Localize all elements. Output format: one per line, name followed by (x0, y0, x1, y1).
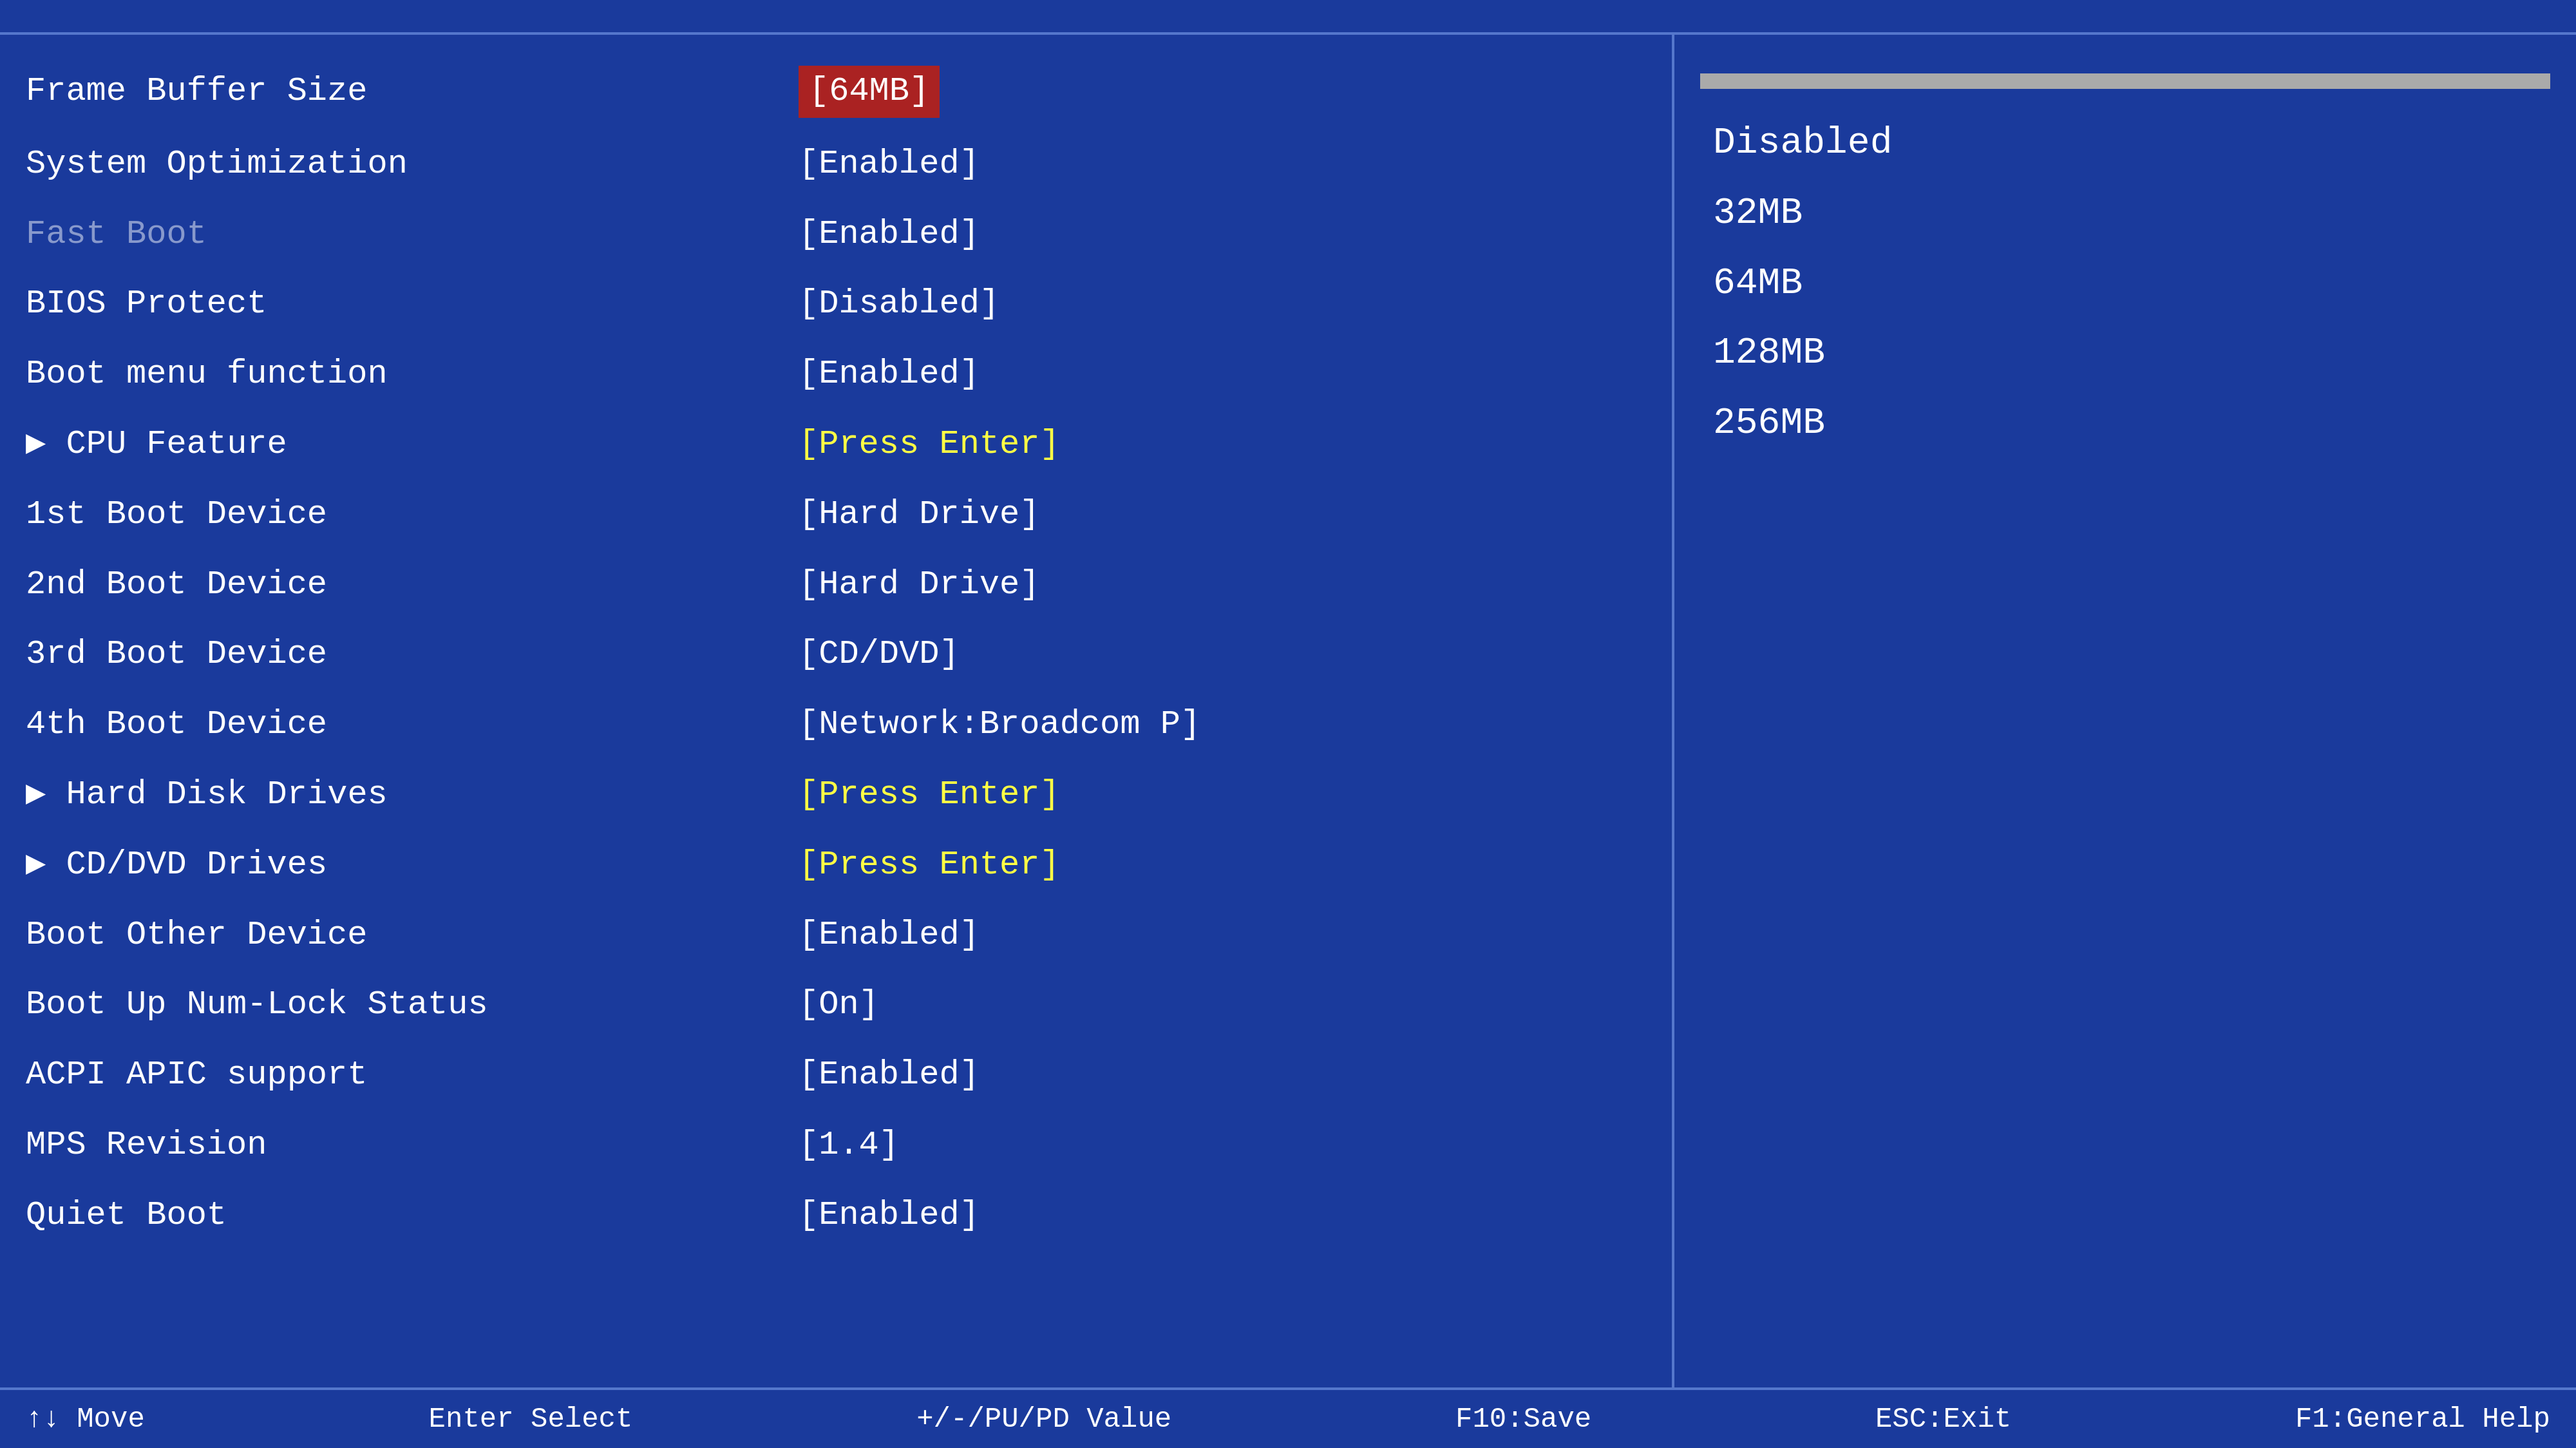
menu-value: [Press Enter] (799, 421, 1060, 468)
option-item: Disabled (1713, 108, 2550, 178)
menu-row[interactable]: 1st Boot Device[Hard Drive] (26, 480, 1646, 550)
menu-label: System Optimization (26, 141, 799, 188)
menu-row[interactable]: Boot Up Num-Lock Status[On] (26, 970, 1646, 1040)
menu-value: [Press Enter] (799, 772, 1060, 819)
menu-value: [64MB] (799, 66, 940, 118)
bottom-bar: ↑↓ Move Enter Select +/-/PU/PD Value F10:Sa… (0, 1387, 2576, 1448)
menu-value: [Disabled] (799, 281, 999, 328)
menu-value: [Enabled] (799, 1192, 980, 1239)
bottom-bar-item: +/-/PU/PD Value (916, 1403, 1171, 1435)
option-item: 256MB (1713, 388, 2550, 459)
menu-value: [Hard Drive] (799, 562, 1039, 609)
bios-screen: Frame Buffer Size[64MB]System Optimizati… (0, 0, 2576, 1448)
bottom-bar-item: ↑↓ Move (26, 1403, 145, 1435)
menu-row[interactable]: Frame Buffer Size[64MB] (26, 54, 1646, 129)
menu-value: [On] (799, 982, 879, 1029)
option-item: 64MB (1713, 249, 2550, 319)
bottom-bar-keys: F10:Save (1455, 1403, 1591, 1435)
menu-value: [1.4] (799, 1122, 899, 1169)
menu-value: [Enabled] (799, 211, 980, 258)
menu-row[interactable]: System Optimization[Enabled] (26, 129, 1646, 200)
menu-value: [Network:Broadcom P] (799, 701, 1200, 748)
menu-value: [Enabled] (799, 1052, 980, 1099)
page-title (0, 0, 2576, 35)
menu-row[interactable]: Quiet Boot[Enabled] (26, 1181, 1646, 1251)
menu-row[interactable]: ▶ CPU Feature[Press Enter] (26, 410, 1646, 480)
menu-label: ▶ CPU Feature (26, 421, 799, 468)
menu-label: Boot Other Device (26, 912, 799, 959)
options-list: Disabled32MB64MB128MB256MB (1700, 108, 2550, 459)
menu-value: [CD/DVD] (799, 631, 960, 678)
menu-value: [Enabled] (799, 912, 980, 959)
left-panel: Frame Buffer Size[64MB]System Optimizati… (0, 35, 1674, 1387)
bottom-bar-keys: ESC:Exit (1875, 1403, 2011, 1435)
bottom-bar-item: F1:General Help (2295, 1403, 2550, 1435)
option-item: 128MB (1713, 318, 2550, 388)
bottom-bar-keys: F1:General Help (2295, 1403, 2550, 1435)
bottom-bar-item: ESC:Exit (1875, 1403, 2011, 1435)
bottom-bar-keys: ↑↓ Move (26, 1403, 145, 1435)
menu-value: [Press Enter] (799, 842, 1060, 889)
menu-row[interactable]: BIOS Protect[Disabled] (26, 269, 1646, 339)
menu-label: Boot menu function (26, 351, 799, 398)
menu-row[interactable]: 2nd Boot Device[Hard Drive] (26, 550, 1646, 620)
bottom-bar-keys: +/-/PU/PD Value (916, 1403, 1171, 1435)
menu-row[interactable]: Boot menu function[Enabled] (26, 339, 1646, 410)
menu-label: Fast Boot (26, 211, 799, 258)
option-item: 32MB (1713, 178, 2550, 249)
menu-label: ▶ Hard Disk Drives (26, 772, 799, 819)
bottom-bar-keys: Enter Select (429, 1403, 633, 1435)
menu-label: 1st Boot Device (26, 491, 799, 538)
menu-row[interactable]: 3rd Boot Device[CD/DVD] (26, 620, 1646, 690)
bottom-bar-item: Enter Select (429, 1403, 633, 1435)
menu-row[interactable]: Fast Boot[Enabled] (26, 200, 1646, 270)
bottom-bar-item: F10:Save (1455, 1403, 1591, 1435)
menu-row[interactable]: ACPI APIC support[Enabled] (26, 1040, 1646, 1110)
menu-label: 4th Boot Device (26, 701, 799, 748)
menu-label: Quiet Boot (26, 1192, 799, 1239)
menu-row[interactable]: MPS Revision[1.4] (26, 1110, 1646, 1181)
right-panel: Disabled32MB64MB128MB256MB (1674, 35, 2576, 1387)
menu-label: BIOS Protect (26, 281, 799, 328)
menu-value: [Enabled] (799, 351, 980, 398)
menu-row[interactable]: Boot Other Device[Enabled] (26, 900, 1646, 971)
menu-label: MPS Revision (26, 1122, 799, 1169)
menu-label: 3rd Boot Device (26, 631, 799, 678)
menu-row[interactable]: ▶ CD/DVD Drives[Press Enter] (26, 830, 1646, 900)
menu-value: [Enabled] (799, 141, 980, 188)
main-content: Frame Buffer Size[64MB]System Optimizati… (0, 35, 2576, 1387)
menu-value: [Hard Drive] (799, 491, 1039, 538)
menu-label: ▶ CD/DVD Drives (26, 842, 799, 889)
options-header (1700, 73, 2550, 89)
menu-label: ACPI APIC support (26, 1052, 799, 1099)
menu-row[interactable]: ▶ Hard Disk Drives[Press Enter] (26, 760, 1646, 830)
menu-row[interactable]: 4th Boot Device[Network:Broadcom P] (26, 690, 1646, 760)
menu-label: Frame Buffer Size (26, 68, 799, 115)
menu-label: Boot Up Num-Lock Status (26, 982, 799, 1029)
menu-label: 2nd Boot Device (26, 562, 799, 609)
